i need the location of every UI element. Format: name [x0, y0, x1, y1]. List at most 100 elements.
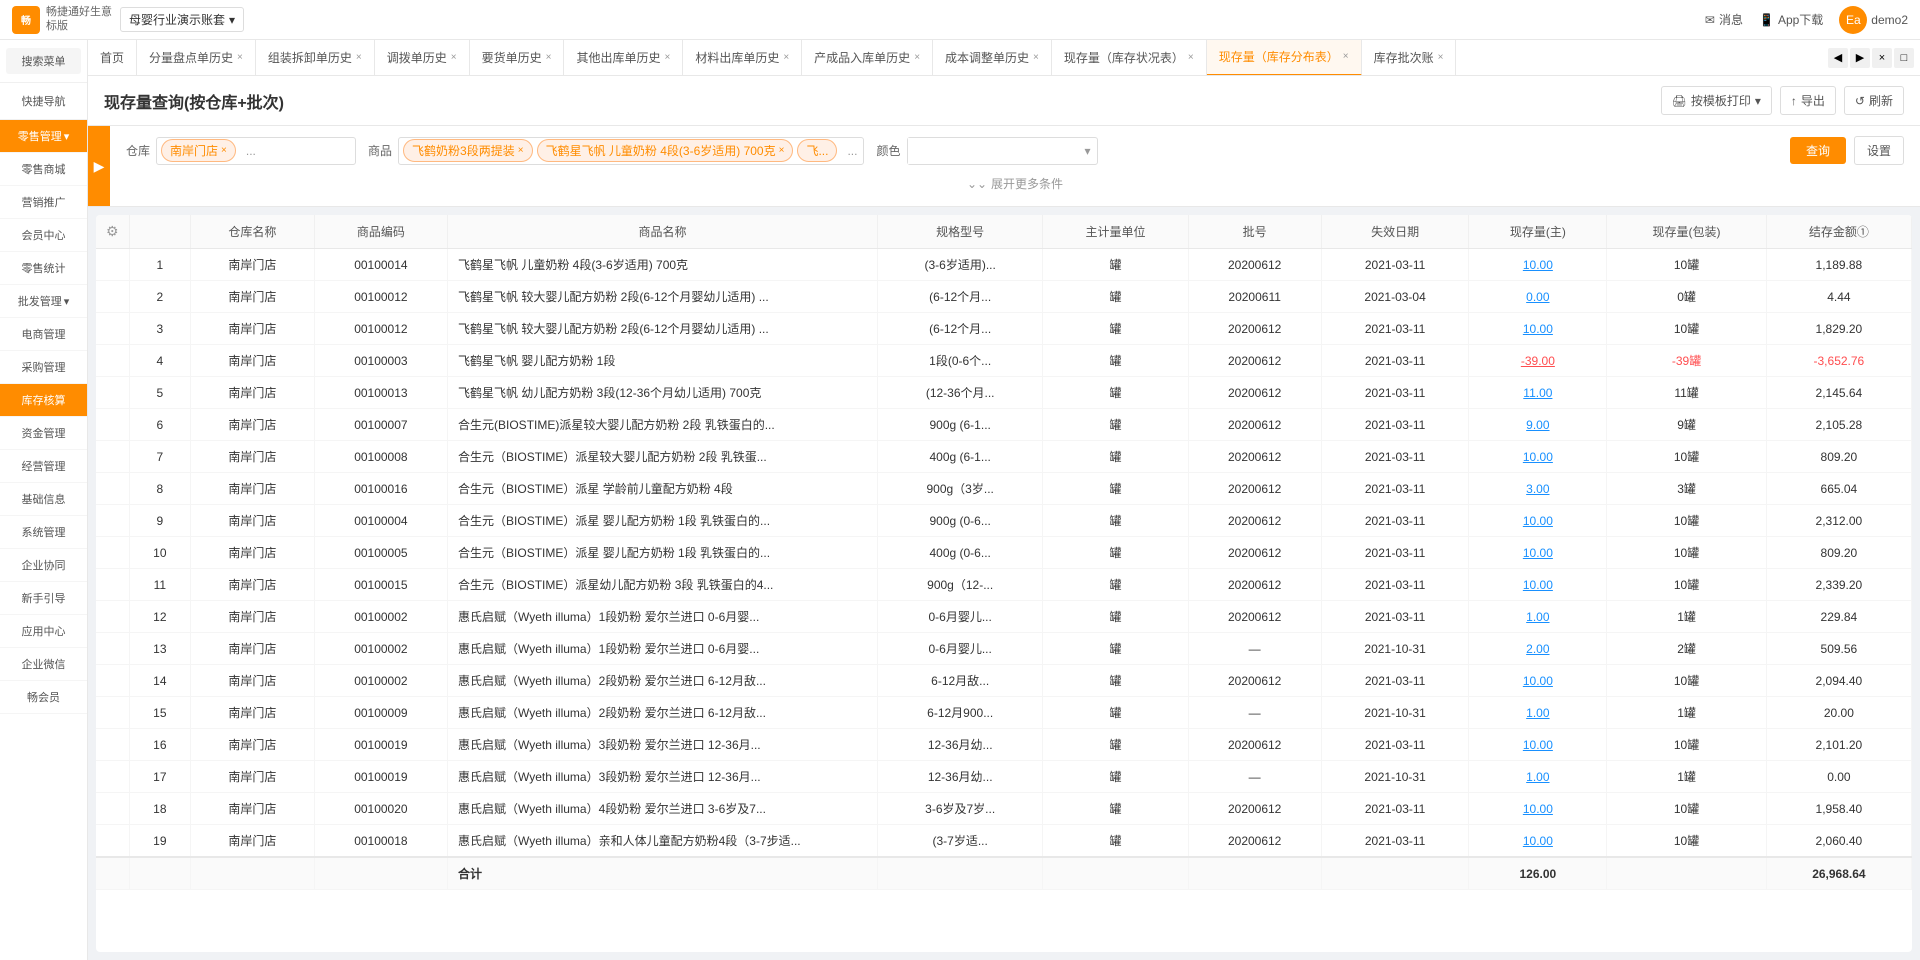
cell-stock-main-7[interactable]: 3.00 [1469, 473, 1607, 505]
color-dropdown-icon[interactable]: ▾ [1079, 144, 1097, 158]
tab-product-in-close-icon[interactable]: × [914, 52, 920, 63]
cell-stock-main-1[interactable]: 0.00 [1469, 281, 1607, 313]
sidebar-item-purchase-mgmt[interactable]: 采购管理 [0, 351, 87, 384]
stock-main-value-15[interactable]: 10.00 [1523, 738, 1553, 752]
stock-main-value-14[interactable]: 1.00 [1526, 706, 1549, 720]
stock-main-value-10[interactable]: 10.00 [1523, 578, 1553, 592]
cell-stock-main-5[interactable]: 9.00 [1469, 409, 1607, 441]
sidebar-item-app-center[interactable]: 应用中心 [0, 615, 87, 648]
tab-inventory-status-close-icon[interactable]: × [1188, 52, 1194, 63]
cell-stock-main-9[interactable]: 10.00 [1469, 537, 1607, 569]
tab-borrow-history[interactable]: 要货单历史 × [470, 40, 565, 76]
sidebar-item-retail-shop[interactable]: 零售商城 [0, 153, 87, 186]
expand-more-conditions-btn[interactable]: ⌄⌄ 展开更多条件 [967, 171, 1063, 196]
tab-nav-right-btn[interactable]: ▶ [1850, 48, 1870, 68]
sidebar-item-vip[interactable]: 畅会员 [0, 681, 87, 714]
cell-stock-main-2[interactable]: 10.00 [1469, 313, 1607, 345]
cell-stock-main-8[interactable]: 10.00 [1469, 505, 1607, 537]
tab-nav-left-btn[interactable]: ◀ [1828, 48, 1848, 68]
tab-other-out-close-icon[interactable]: × [664, 52, 670, 63]
tab-other-out-history[interactable]: 其他出库单历史 × [564, 40, 683, 76]
stock-main-value-16[interactable]: 1.00 [1526, 770, 1549, 784]
warehouse-tag-1-remove[interactable]: × [221, 145, 227, 156]
tab-mix-close-icon[interactable]: × [451, 52, 457, 63]
cell-stock-main-18[interactable]: 10.00 [1469, 825, 1607, 858]
stock-main-value-3[interactable]: -39.00 [1521, 354, 1555, 368]
cell-stock-main-13[interactable]: 10.00 [1469, 665, 1607, 697]
tab-inventory-distribution-close-icon[interactable]: × [1343, 51, 1349, 62]
tab-split-close-icon[interactable]: × [237, 52, 243, 63]
tab-inventory-status[interactable]: 现存量（库存状况表） × [1052, 40, 1207, 76]
cell-stock-main-15[interactable]: 10.00 [1469, 729, 1607, 761]
settings-btn[interactable]: 设置 [1854, 136, 1904, 165]
company-selector[interactable]: 母婴行业演示账套 ▾ [120, 7, 244, 32]
sidebar-item-system-mgmt[interactable]: 系统管理 [0, 516, 87, 549]
sidebar-item-wholesale-mgmt[interactable]: 批发管理 ▾ [0, 285, 87, 318]
tab-cost-adjust-history[interactable]: 成本调整单历史 × [933, 40, 1052, 76]
stock-main-value-1[interactable]: 0.00 [1526, 290, 1549, 304]
stock-main-value-6[interactable]: 10.00 [1523, 450, 1553, 464]
user-avatar-btn[interactable]: Ea demo2 [1839, 6, 1908, 34]
cell-stock-main-12[interactable]: 2.00 [1469, 633, 1607, 665]
sidebar-item-ecommerce[interactable]: 电商管理 [0, 318, 87, 351]
stock-main-value-9[interactable]: 10.00 [1523, 546, 1553, 560]
stock-main-value-8[interactable]: 10.00 [1523, 514, 1553, 528]
cell-stock-main-17[interactable]: 10.00 [1469, 793, 1607, 825]
tab-borrow-close-icon[interactable]: × [546, 52, 552, 63]
sidebar-item-new-guide[interactable]: 新手引导 [0, 582, 87, 615]
tab-inventory-distribution[interactable]: 现存量（库存分布表） × [1207, 40, 1362, 76]
sidebar-item-enterprise[interactable]: 企业协同 [0, 549, 87, 582]
tab-product-in-history[interactable]: 产成品入库单历史 × [802, 40, 933, 76]
stock-main-value-17[interactable]: 10.00 [1523, 802, 1553, 816]
tab-material-out-close-icon[interactable]: × [783, 52, 789, 63]
cell-stock-main-6[interactable]: 10.00 [1469, 441, 1607, 473]
tab-disassemble-close-icon[interactable]: × [356, 52, 362, 63]
sidebar-item-finance[interactable]: 资金管理 [0, 417, 87, 450]
stock-main-value-5[interactable]: 9.00 [1526, 418, 1549, 432]
filter-toggle-btn[interactable]: ▶ [88, 126, 110, 206]
cell-stock-main-16[interactable]: 1.00 [1469, 761, 1607, 793]
sidebar-item-marketing[interactable]: 营销推广 [0, 186, 87, 219]
tab-mix-history[interactable]: 调拨单历史 × [375, 40, 470, 76]
product-tag-1-remove[interactable]: × [518, 145, 524, 156]
stock-main-value-2[interactable]: 10.00 [1523, 322, 1553, 336]
sidebar-item-retail-mgmt[interactable]: 零售管理 ▾ [0, 120, 87, 153]
product-tag-2-remove[interactable]: × [779, 145, 785, 156]
sidebar-item-basic-info[interactable]: 基础信息 [0, 483, 87, 516]
quick-nav-btn[interactable]: 快捷导航 [0, 87, 87, 115]
tab-disassemble-history[interactable]: 组装拆卸单历史 × [256, 40, 375, 76]
tab-split-inventory-history[interactable]: 分量盘点单历史 × [137, 40, 256, 76]
cell-stock-main-14[interactable]: 1.00 [1469, 697, 1607, 729]
warehouse-input-area[interactable]: 南岸门店 × ... [156, 137, 356, 165]
warehouse-filter-dots[interactable]: ... [240, 144, 262, 158]
stock-main-value-0[interactable]: 10.00 [1523, 258, 1553, 272]
stock-main-value-11[interactable]: 1.00 [1526, 610, 1549, 624]
refresh-btn[interactable]: ↺ 刷新 [1844, 86, 1904, 115]
sidebar-item-retail-stats[interactable]: 零售统计 [0, 252, 87, 285]
product-input-area[interactable]: 飞鹤奶粉3段两提装 × 飞鹤星飞帆 儿童奶粉 4段(3-6岁适用) 700克 ×… [398, 137, 864, 165]
tab-home[interactable]: 首页 [88, 40, 137, 76]
stock-main-value-13[interactable]: 10.00 [1523, 674, 1553, 688]
sidebar-item-member-center[interactable]: 会员中心 [0, 219, 87, 252]
sidebar-item-inventory[interactable]: 库存核算 [0, 384, 87, 417]
sidebar-item-enterprise-wechat[interactable]: 企业微信 [0, 648, 87, 681]
stock-main-value-4[interactable]: 11.00 [1523, 386, 1552, 400]
message-btn[interactable]: ✉ 消息 [1705, 11, 1743, 28]
color-input[interactable] [908, 138, 1079, 164]
tab-batch-voucher-close-icon[interactable]: × [1438, 52, 1444, 63]
table-settings-icon[interactable]: ⚙ [106, 223, 119, 239]
sidebar-item-operations[interactable]: 经营管理 [0, 450, 87, 483]
tab-batch-voucher[interactable]: 库存批次账 × [1362, 40, 1457, 76]
tab-close-all-btn[interactable]: × [1872, 48, 1892, 68]
tab-maximize-btn[interactable]: □ [1894, 48, 1914, 68]
app-download-btn[interactable]: 📱 App下载 [1759, 11, 1823, 28]
stock-main-value-18[interactable]: 10.00 [1523, 834, 1553, 848]
cell-stock-main-3[interactable]: -39.00 [1469, 345, 1607, 377]
query-btn[interactable]: 查询 [1790, 137, 1846, 164]
stock-main-value-7[interactable]: 3.00 [1526, 482, 1549, 496]
cell-stock-main-4[interactable]: 11.00 [1469, 377, 1607, 409]
tab-material-out-history[interactable]: 材料出库单历史 × [683, 40, 802, 76]
print-btn[interactable]: 🖨 按模板打印 ▾ [1661, 86, 1772, 115]
export-btn[interactable]: ↑ 导出 [1780, 86, 1836, 115]
product-filter-dots[interactable]: ... [841, 144, 863, 158]
